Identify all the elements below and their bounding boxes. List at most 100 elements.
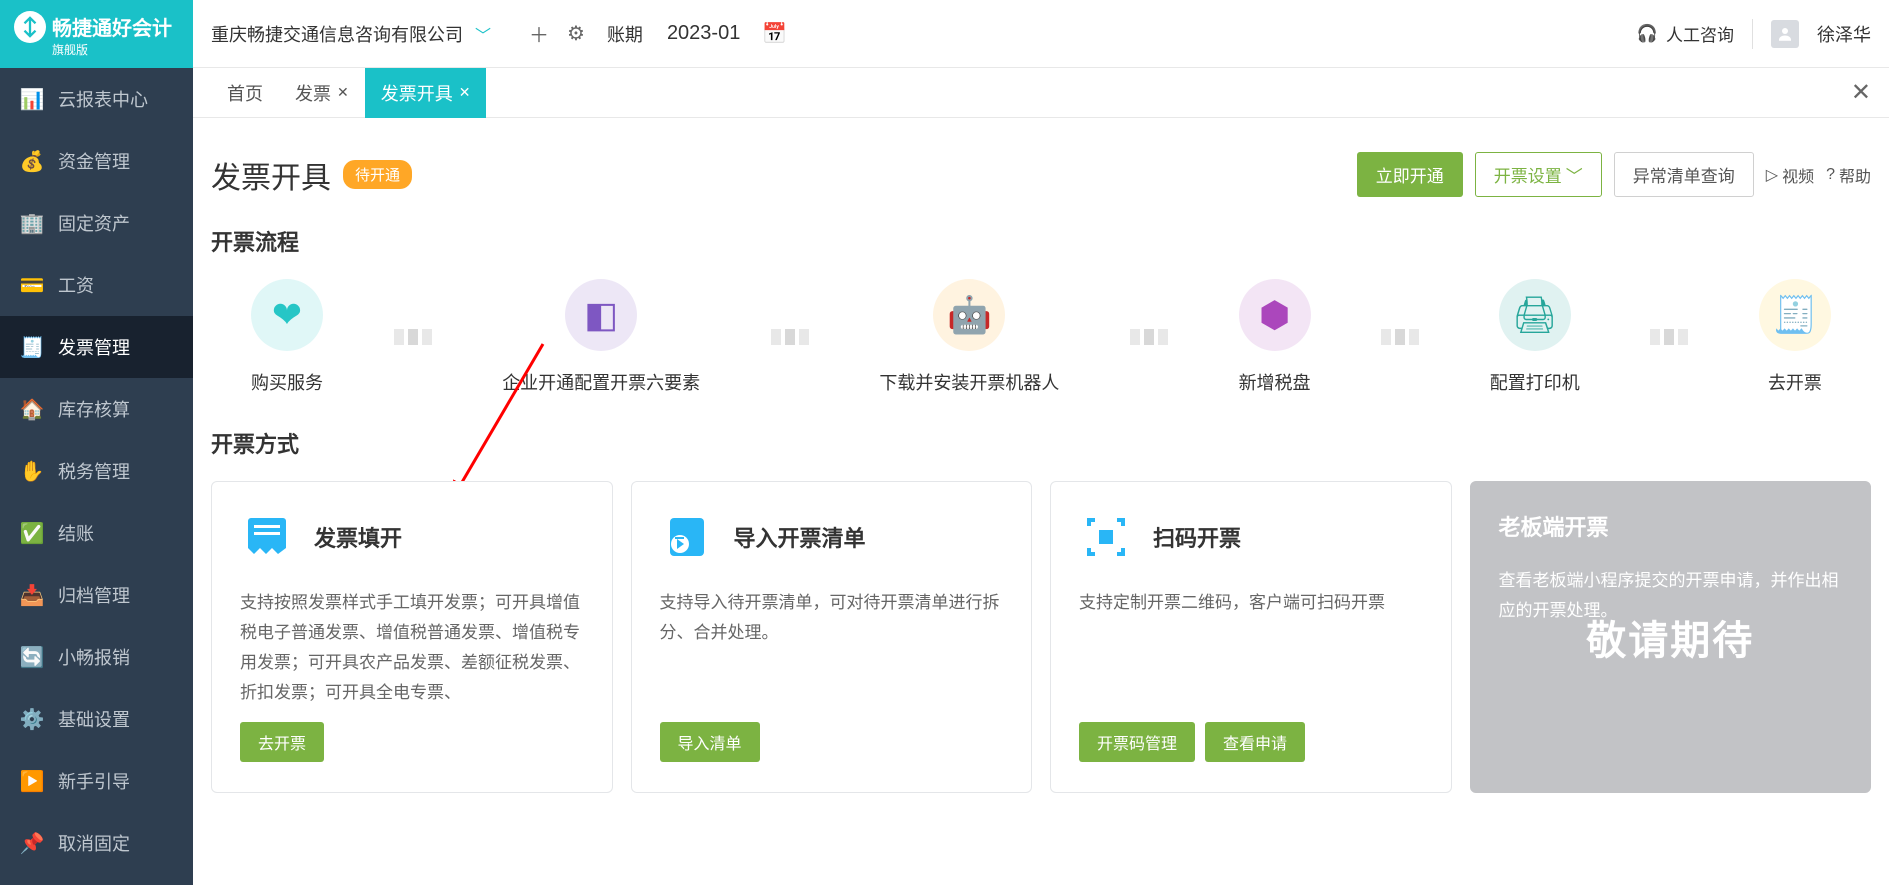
step-separator xyxy=(770,329,810,345)
step-separator xyxy=(1380,329,1420,345)
card-import-list: 导入开票清单 支持导入待开票清单，可对待开票清单进行拆分、合并处理。 导入清单 xyxy=(631,481,1033,793)
refresh-icon: 🔄 xyxy=(20,645,44,669)
sidebar-item-invoice[interactable]: 🧾发票管理 xyxy=(0,316,193,378)
logo-area: 畅捷通好会计 旗舰版 xyxy=(0,0,193,68)
logo-subtitle: 旗舰版 xyxy=(52,41,193,58)
gear-icon: ⚙️ xyxy=(20,707,44,731)
flow-section-title: 开票流程 xyxy=(211,225,1871,257)
card-description: 支持定制开票二维码，客户端可扫码开票 xyxy=(1079,588,1423,708)
building-icon: 🏢 xyxy=(20,211,44,235)
scan-icon xyxy=(1079,510,1133,564)
methods-section: 开票方式 发票填开 支持按照发票样式手 xyxy=(193,419,1889,817)
sidebar-item-close-account[interactable]: ✅结账 xyxy=(0,502,193,564)
chart-icon: 📊 xyxy=(20,87,44,111)
headset-icon: 🎧 xyxy=(1637,24,1658,44)
main-area: 重庆畅捷交通信息咨询有限公司 ﹀ ＋ ⚙ 账期 2023-01 📅 🎧 人工咨询… xyxy=(193,0,1889,885)
methods-section-title: 开票方式 xyxy=(211,427,1871,459)
company-selector[interactable]: 重庆畅捷交通信息咨询有限公司 ﹀ xyxy=(211,21,511,47)
heart-icon: ❤ xyxy=(251,279,323,351)
company-name: 重庆畅捷交通信息咨询有限公司 xyxy=(211,21,463,47)
step-separator xyxy=(1649,329,1689,345)
wallet-icon: ◧ xyxy=(565,279,637,351)
sidebar-item-inventory[interactable]: 🏠库存核算 xyxy=(0,378,193,440)
support-button[interactable]: 🎧 人工咨询 xyxy=(1637,21,1734,46)
card-title: 老板端开票 xyxy=(1499,510,1609,542)
import-icon xyxy=(660,510,714,564)
import-list-button[interactable]: 导入清单 xyxy=(660,722,760,762)
chevron-down-icon: ﹀ xyxy=(475,22,491,46)
step-download[interactable]: 🤖 下载并安装开票机器人 xyxy=(879,279,1059,395)
tabs-bar: 首页 发票✕ 发票开具✕ ✕ xyxy=(193,68,1889,118)
step-go-invoice[interactable]: 🧾 去开票 xyxy=(1759,279,1831,395)
sidebar-item-salary[interactable]: 💳工资 xyxy=(0,254,193,316)
sidebar-item-archive[interactable]: 📥归档管理 xyxy=(0,564,193,626)
add-company-button[interactable]: ＋ xyxy=(529,19,549,48)
go-invoice-button[interactable]: 去开票 xyxy=(240,722,324,762)
settings-icon[interactable]: ⚙ xyxy=(567,21,585,46)
receipt-icon: 🧾 xyxy=(1759,279,1831,351)
step-printer[interactable]: 🖨 配置打印机 xyxy=(1490,279,1580,395)
sidebar-item-reimburse[interactable]: 🔄小畅报销 xyxy=(0,626,193,688)
page-header: 发票开具 待开通 立即开通 开票设置﹀ 异常清单查询 ▷视频 ?帮助 xyxy=(193,118,1889,217)
close-icon[interactable]: ✕ xyxy=(337,84,349,101)
step-separator xyxy=(1129,329,1169,345)
step-purchase[interactable]: ❤ 购买服务 xyxy=(251,279,323,395)
manual-invoice-icon xyxy=(240,510,294,564)
invoice-icon: 🧾 xyxy=(20,335,44,359)
card-description: 支持按照发票样式手工填开发票；可开具增值税电子普通发票、增值税普通发票、增值税专… xyxy=(240,588,584,708)
play-icon: ▷ xyxy=(1766,165,1778,185)
page-title: 发票开具 xyxy=(211,153,331,197)
exception-list-button[interactable]: 异常清单查询 xyxy=(1614,152,1754,197)
help-link[interactable]: ?帮助 xyxy=(1826,163,1871,187)
topbar: 重庆畅捷交通信息咨询有限公司 ﹀ ＋ ⚙ 账期 2023-01 📅 🎧 人工咨询… xyxy=(193,0,1889,68)
inventory-icon: 🏠 xyxy=(20,397,44,421)
close-all-tabs-button[interactable]: ✕ xyxy=(1851,78,1871,107)
sidebar-item-funds[interactable]: 💰资金管理 xyxy=(0,130,193,192)
card-title: 导入开票清单 xyxy=(734,521,866,553)
card-title: 发票填开 xyxy=(314,521,402,553)
card-boss-invoice: 老板端开票 查看老板端小程序提交的开票申请，并作出相应的开票处理。 敬请期待 xyxy=(1470,481,1872,793)
printer-icon: 🖨 xyxy=(1499,279,1571,351)
step-separator xyxy=(393,329,433,345)
step-config[interactable]: ◧ 企业开通配置开票六要素 xyxy=(502,279,700,395)
period-value[interactable]: 2023-01 xyxy=(667,22,740,45)
sidebar-item-settings[interactable]: ⚙️基础设置 xyxy=(0,688,193,750)
username[interactable]: 徐泽华 xyxy=(1817,21,1871,47)
step-tax-disk[interactable]: ⬢ 新增税盘 xyxy=(1239,279,1311,395)
tab-home[interactable]: 首页 xyxy=(211,68,279,118)
calendar-icon[interactable]: 📅 xyxy=(762,21,787,46)
play-icon: ▶️ xyxy=(20,769,44,793)
sidebar-item-tax[interactable]: ✋税务管理 xyxy=(0,440,193,502)
activate-button[interactable]: 立即开通 xyxy=(1357,152,1463,197)
tax-icon: ✋ xyxy=(20,459,44,483)
card-title: 扫码开票 xyxy=(1153,521,1241,553)
card-scan-invoice: 扫码开票 支持定制开票二维码，客户端可扫码开票 开票码管理 查看申请 xyxy=(1050,481,1452,793)
flow-section: 开票流程 ❤ 购买服务 ◧ 企业开通配置开票六要素 🤖 下载并安装开票机器人 xyxy=(193,217,1889,419)
salary-icon: 💳 xyxy=(20,273,44,297)
qr-manage-button[interactable]: 开票码管理 xyxy=(1079,722,1195,762)
question-icon: ? xyxy=(1826,166,1835,184)
robot-icon: 🤖 xyxy=(933,279,1005,351)
tab-invoice[interactable]: 发票✕ xyxy=(279,68,365,118)
video-link[interactable]: ▷视频 xyxy=(1766,163,1814,187)
view-apply-button[interactable]: 查看申请 xyxy=(1205,722,1305,762)
content-area: 发票开具 待开通 立即开通 开票设置﹀ 异常清单查询 ▷视频 ?帮助 开票流程 … xyxy=(193,118,1889,885)
close-icon[interactable]: ✕ xyxy=(459,84,471,101)
invoice-settings-button[interactable]: 开票设置﹀ xyxy=(1475,152,1602,197)
sidebar-item-guide[interactable]: ▶️新手引导 xyxy=(0,750,193,812)
divider xyxy=(1752,19,1753,49)
tax-disk-icon: ⬢ xyxy=(1239,279,1311,351)
logo-text: 畅捷通好会计 xyxy=(52,12,172,41)
chevron-down-icon: ﹀ xyxy=(1566,162,1583,187)
sidebar-item-fixed-assets[interactable]: 🏢固定资产 xyxy=(0,192,193,254)
card-description: 支持导入待开票清单，可对待开票清单进行拆分、合并处理。 xyxy=(660,588,1004,708)
tab-invoice-issue[interactable]: 发票开具✕ xyxy=(365,68,487,118)
period-label: 账期 xyxy=(607,21,643,47)
avatar[interactable] xyxy=(1771,20,1799,48)
sidebar-item-report-center[interactable]: 📊云报表中心 xyxy=(0,68,193,130)
archive-icon: 📥 xyxy=(20,583,44,607)
logo-icon xyxy=(14,11,46,43)
status-badge: 待开通 xyxy=(343,160,412,189)
sidebar-item-unpin[interactable]: 📌取消固定 xyxy=(0,812,193,874)
card-manual-invoice: 发票填开 支持按照发票样式手工填开发票；可开具增值税电子普通发票、增值税普通发票… xyxy=(211,481,613,793)
